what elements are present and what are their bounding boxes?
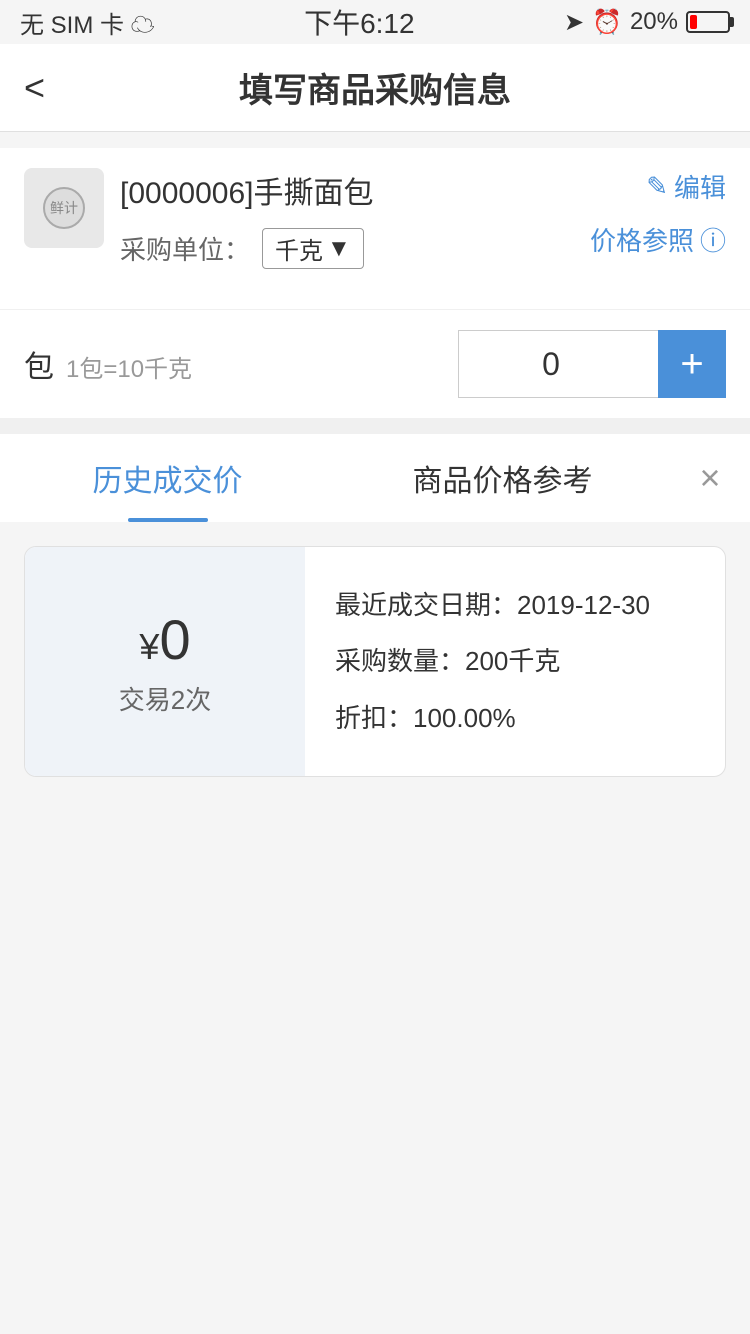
page-title: 填写商品采购信息 <box>239 63 511 112</box>
tab-price-reference[interactable]: 商品价格参考 <box>335 434 670 522</box>
sim-wifi-text: 无 SIM 卡 ☁ <box>20 5 155 40</box>
quantity-section: 包 1包=10千克 + <box>0 309 750 418</box>
last-trade-date-row: 最近成交日期：2019-12-30 <box>335 587 695 623</box>
quantity-plus-button[interactable]: + <box>658 330 726 398</box>
status-left: 无 SIM 卡 ☁ <box>20 5 155 40</box>
purchase-qty-value: 200千克 <box>465 646 560 676</box>
currency-symbol: ¥ <box>139 626 159 667</box>
history-content: ¥0 交易2次 最近成交日期：2019-12-30 采购数量：200千克 折扣：… <box>0 522 750 1022</box>
last-trade-date-value: 2019-12-30 <box>517 590 650 620</box>
product-unit-row: 采购单位： 千克 ▼ <box>120 228 373 269</box>
nav-bar: < 填写商品采购信息 <box>0 44 750 132</box>
tabs-container: 历史成交价 商品价格参考 × <box>0 434 750 522</box>
history-card-left: ¥0 交易2次 <box>25 547 305 776</box>
tab-active-indicator <box>128 518 208 522</box>
discount-value: 100.00% <box>413 703 516 733</box>
product-header: 鲜计 [0000006]手撕面包 采购单位： 千克 ▼ ✎ 编辑 <box>24 168 726 269</box>
svg-text:鲜计: 鲜计 <box>50 200 78 216</box>
product-name: [0000006]手撕面包 <box>120 168 373 212</box>
edit-icon: ✎ <box>646 171 668 202</box>
status-bar: 无 SIM 卡 ☁ 下午6:12 ➤ ⏰ 20% <box>0 0 750 44</box>
product-details: [0000006]手撕面包 采购单位： 千克 ▼ <box>120 168 373 269</box>
last-trade-date-label: 最近成交日期： <box>335 590 517 620</box>
qty-sub-label: 1包=10千克 <box>66 349 192 384</box>
qty-input-area: + <box>208 330 726 398</box>
battery-icon <box>686 11 730 33</box>
close-tab-button[interactable]: × <box>670 434 750 522</box>
purchase-qty-label: 采购数量： <box>335 646 465 676</box>
product-right-actions: ✎ 编辑 价格参照 ⓘ <box>590 168 726 258</box>
section-separator <box>0 418 750 434</box>
history-card-right: 最近成交日期：2019-12-30 采购数量：200千克 折扣：100.00% <box>305 547 725 776</box>
tab-history-price[interactable]: 历史成交价 <box>0 434 335 522</box>
status-right: ➤ ⏰ 20% <box>564 8 730 37</box>
purchase-qty-row: 采购数量：200千克 <box>335 643 695 679</box>
trade-count: 交易2次 <box>119 680 211 717</box>
battery-percent: 20% <box>630 8 678 36</box>
product-card: 鲜计 [0000006]手撕面包 采购单位： 千克 ▼ ✎ 编辑 <box>0 148 750 309</box>
discount-row: 折扣：100.00% <box>335 700 695 736</box>
qty-label-area: 包 1包=10千克 <box>24 342 192 386</box>
product-info: 鲜计 [0000006]手撕面包 采购单位： 千克 ▼ <box>24 168 373 269</box>
price-reference-button[interactable]: 价格参照 ⓘ <box>590 221 726 258</box>
history-card: ¥0 交易2次 最近成交日期：2019-12-30 采购数量：200千克 折扣：… <box>24 546 726 777</box>
dropdown-arrow-icon: ▼ <box>327 235 351 263</box>
alarm-icon: ⏰ <box>592 8 622 37</box>
unit-label: 采购单位： <box>120 230 250 267</box>
unit-selector[interactable]: 千克 ▼ <box>262 228 364 269</box>
back-button[interactable]: < <box>24 67 45 109</box>
edit-button[interactable]: ✎ 编辑 <box>646 168 726 205</box>
product-icon: 鲜计 <box>24 168 104 248</box>
history-price: ¥0 <box>139 607 190 672</box>
discount-label: 折扣： <box>335 703 413 733</box>
status-time: 下午6:12 <box>304 2 415 42</box>
help-icon: ⓘ <box>700 221 726 258</box>
location-icon: ➤ <box>564 8 584 37</box>
quantity-input[interactable] <box>458 330 658 398</box>
qty-unit-label: 包 <box>24 342 54 386</box>
